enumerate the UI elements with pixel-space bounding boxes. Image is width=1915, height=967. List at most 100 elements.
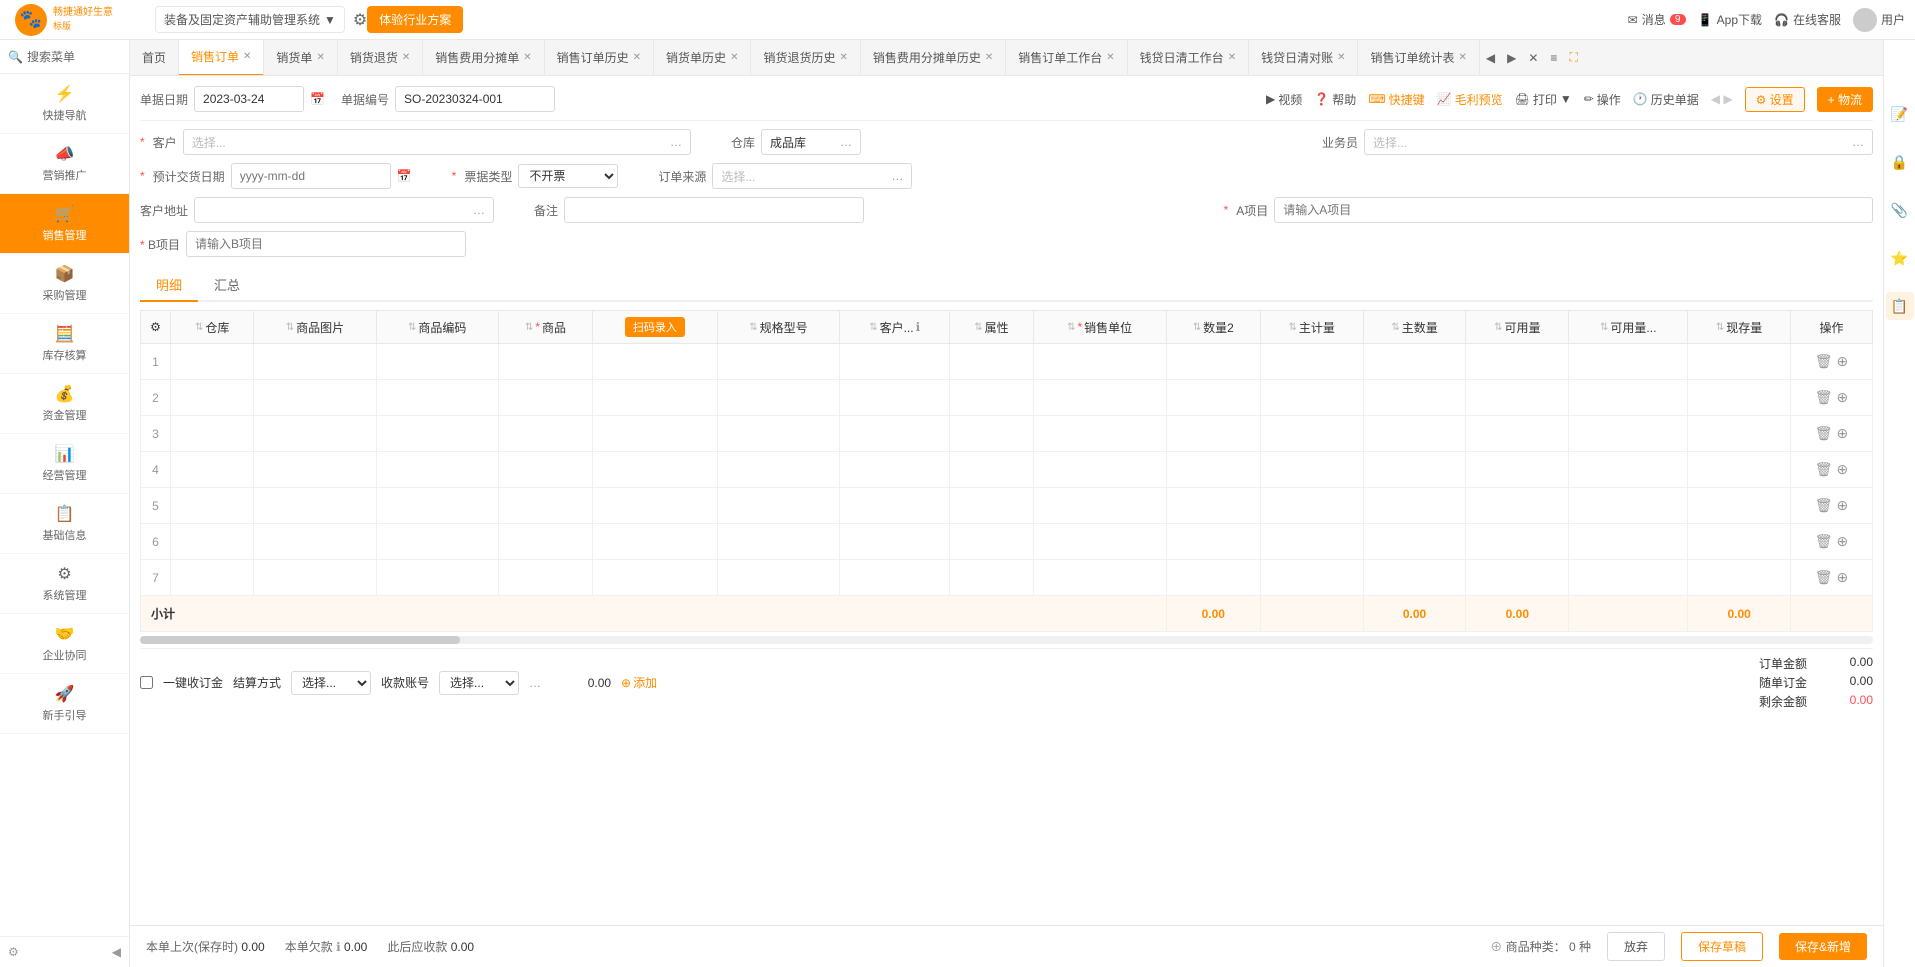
table-cell[interactable] [1363,560,1466,596]
discard-btn[interactable]: 放弃 [1607,932,1665,961]
table-cell[interactable] [171,488,254,524]
b-project-input[interactable] [186,231,466,257]
payment-method-select[interactable]: 选择... [291,671,371,695]
tab-order-history-close[interactable]: ✕ [633,52,641,63]
tab-expense-history[interactable]: 销售费用分摊单历史 ✕ [861,40,1006,76]
sort-icon-mqty[interactable]: ⇅ [1391,322,1399,333]
table-cell[interactable] [840,488,950,524]
system-selector[interactable]: 装备及固定资产辅助管理系统 ▼ [155,6,345,33]
table-cell[interactable] [376,452,498,488]
settings-icon[interactable]: ⚙ [8,945,19,959]
print-btn[interactable]: 🖨 打印 ▼ [1515,91,1572,108]
table-cell[interactable] [1166,560,1260,596]
table-cell[interactable] [1166,524,1260,560]
table-cell[interactable] [498,560,592,596]
table-cell[interactable] [840,416,950,452]
copy-row-btn[interactable]: ⊕ [1837,461,1849,478]
table-cell[interactable] [498,380,592,416]
table-cell[interactable] [1569,344,1688,380]
table-cell[interactable] [1688,416,1791,452]
tab-home[interactable]: 首页 [130,40,179,76]
table-cell[interactable] [1688,344,1791,380]
table-cell[interactable] [1688,524,1791,560]
table-cell[interactable] [171,416,254,452]
table-cell[interactable] [1033,560,1166,596]
tab-menu-btn[interactable]: ≡ [1544,40,1563,76]
sort-icon-warehouse[interactable]: ⇅ [195,322,203,333]
sidebar-search[interactable]: 🔍 搜索菜单 [0,40,129,74]
sort-icon-unit[interactable]: ⇅ [1067,322,1075,333]
table-cell[interactable] [840,524,950,560]
tab-loan-workbench[interactable]: 钱贷日清工作台 ✕ [1128,40,1249,76]
tab-next-btn[interactable]: ▶ [1501,40,1522,76]
remark-input[interactable] [564,197,864,223]
table-cell[interactable] [1033,344,1166,380]
table-cell[interactable] [1033,380,1166,416]
table-cell[interactable] [1688,488,1791,524]
tab-prev-btn[interactable]: ◀ [1480,40,1501,76]
tab-close-btn[interactable]: ✕ [1522,40,1544,76]
tab-sales-expense-close[interactable]: ✕ [523,52,531,63]
table-cell[interactable] [593,452,718,488]
table-cell[interactable] [1569,416,1688,452]
table-cell[interactable] [1260,344,1363,380]
table-cell[interactable] [1033,452,1166,488]
dots-icon[interactable]: … [529,676,541,690]
print-dropdown-icon[interactable]: ▼ [1560,92,1572,106]
table-cell[interactable] [950,452,1033,488]
table-cell[interactable] [1260,488,1363,524]
copy-row-btn[interactable]: ⊕ [1837,533,1849,550]
tab-sales-return-close[interactable]: ✕ [402,52,410,63]
table-cell[interactable] [376,344,498,380]
table-cell[interactable] [1569,488,1688,524]
table-cell[interactable] [950,416,1033,452]
table-cell[interactable] [254,416,376,452]
table-cell[interactable] [171,344,254,380]
delete-btn[interactable]: 🗑 [1815,389,1833,406]
table-cell[interactable] [498,344,592,380]
table-cell[interactable] [1569,452,1688,488]
table-cell[interactable] [1569,560,1688,596]
table-cell[interactable] [840,452,950,488]
copy-row-btn[interactable]: ⊕ [1837,497,1849,514]
help-btn[interactable]: ❓ 帮助 [1314,91,1356,108]
copy-row-btn[interactable]: ⊕ [1837,425,1849,442]
table-cell[interactable] [1466,488,1569,524]
table-cell[interactable] [1260,416,1363,452]
table-cell[interactable] [1363,488,1466,524]
table-cell[interactable] [1260,452,1363,488]
right-panel-btn-5[interactable]: 📋 [1886,292,1914,320]
sort-icon-image[interactable]: ⇅ [286,322,294,333]
right-panel-btn-3[interactable]: 📎 [1886,196,1914,224]
sidebar-item-inventory[interactable]: 🧮 库存核算 [0,314,129,374]
table-cell[interactable] [376,380,498,416]
tab-detail[interactable]: 明细 [140,269,198,302]
calendar-icon[interactable]: 📅 [310,92,325,106]
table-cell[interactable] [1363,416,1466,452]
sidebar-item-system-mgmt[interactable]: ⚙ 系统管理 [0,554,129,614]
delete-btn[interactable]: 🗑 [1815,533,1833,550]
table-cell[interactable] [1166,488,1260,524]
table-cell[interactable] [1569,524,1688,560]
table-cell[interactable] [1569,380,1688,416]
tab-order-history[interactable]: 销售订单历史 ✕ [545,40,654,76]
tab-order-workbench[interactable]: 销售订单工作台 ✕ [1006,40,1127,76]
table-cell[interactable] [171,380,254,416]
tab-sales-return[interactable]: 销货退货 ✕ [338,40,423,76]
table-cell[interactable] [1466,416,1569,452]
table-cell[interactable] [717,488,839,524]
table-cell[interactable] [950,560,1033,596]
top-settings-icon[interactable]: ⚙ [353,12,367,29]
sort-icon-attr[interactable]: ⇅ [974,322,982,333]
table-cell[interactable] [1466,524,1569,560]
tab-fullscreen-btn[interactable]: ⛶ [1563,40,1583,76]
online-service-action[interactable]: 🎧 在线客服 [1774,11,1841,28]
table-cell[interactable] [717,380,839,416]
sort-icon-product[interactable]: ⇅ [525,322,533,333]
table-cell[interactable] [1466,452,1569,488]
sidebar-item-new-guide[interactable]: 🚀 新手引导 [0,674,129,734]
sort-icon-qty2[interactable]: ⇅ [1193,322,1201,333]
bill-date-input[interactable] [194,86,304,112]
table-cell[interactable] [717,416,839,452]
warehouse-input[interactable]: 成品库 … [761,129,861,155]
